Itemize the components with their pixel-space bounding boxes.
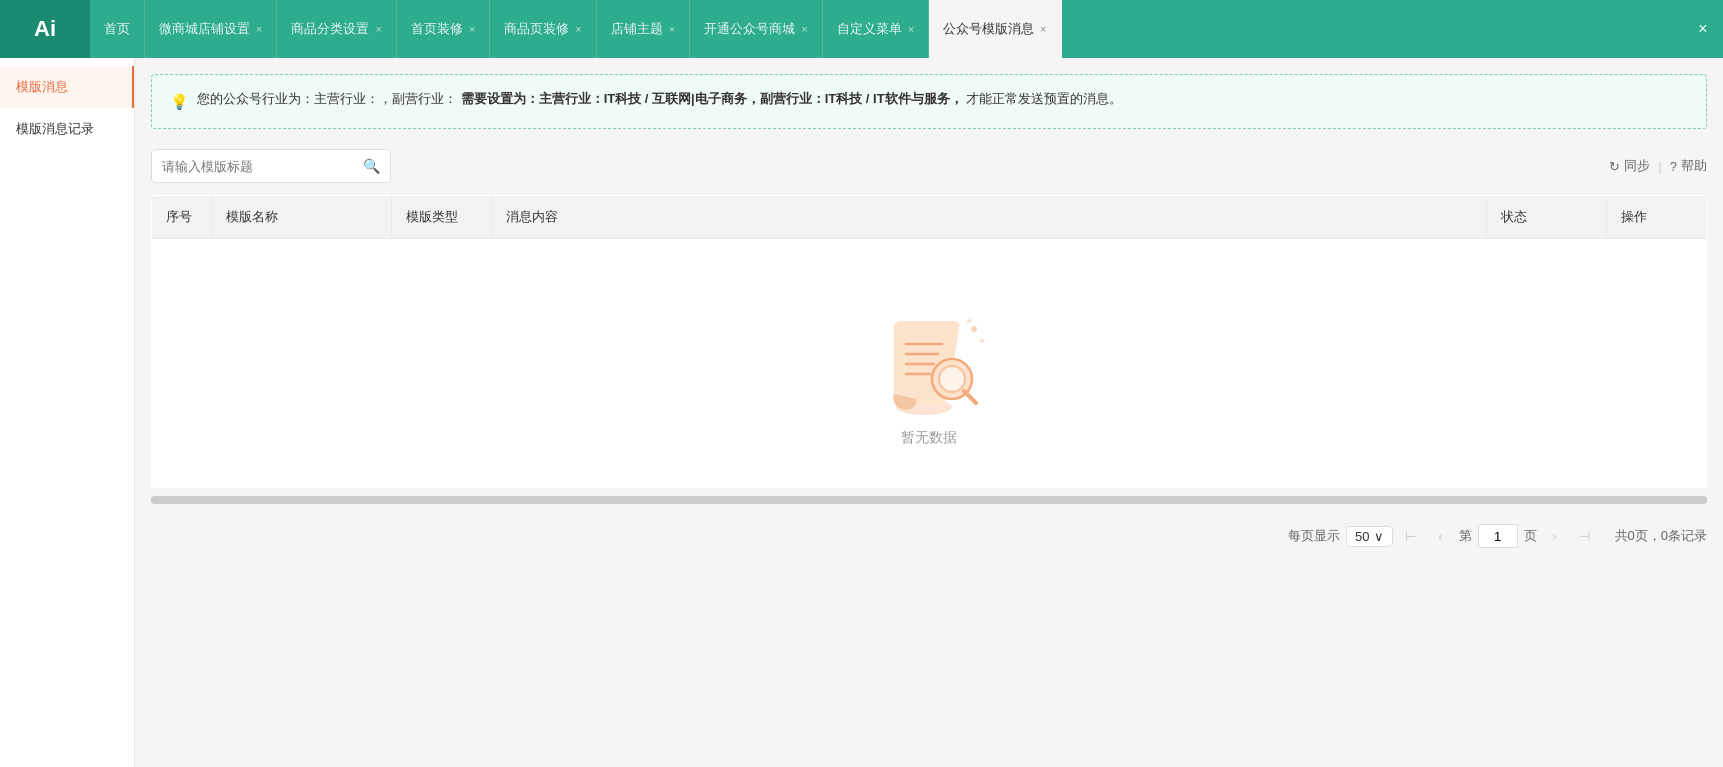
content-area: 💡 您的公众号行业为：主营行业：，副营行业： 需要设置为：主营行业：IT科技 /… (135, 58, 1723, 767)
toolbar-right: ↻ 同步 | ? 帮助 (1609, 157, 1707, 175)
chevron-down-icon: ∨ (1374, 529, 1384, 544)
main-layout: 模版消息 模版消息记录 💡 您的公众号行业为：主营行业：，副营行业： 需要设置为… (0, 58, 1723, 767)
col-header-content: 消息内容 (492, 196, 1487, 239)
table-empty-row: 暂无数据 (152, 239, 1707, 488)
close-tab-shop-theme[interactable]: × (669, 23, 675, 35)
close-tab-custom-menu[interactable]: × (908, 23, 914, 35)
tab-product-decor[interactable]: 商品页装修 × (490, 0, 596, 58)
page-prev-button[interactable]: ‹ (1429, 524, 1453, 548)
page-size-select[interactable]: 50 ∨ (1346, 526, 1392, 547)
tab-shop-theme[interactable]: 店铺主题 × (597, 0, 690, 58)
close-tab-shop-settings[interactable]: × (256, 23, 262, 35)
svg-point-8 (971, 326, 977, 332)
empty-state: 暂无数据 (152, 239, 1706, 487)
empty-illustration (864, 299, 994, 429)
notice-box: 💡 您的公众号行业为：主营行业：，副营行业： 需要设置为：主营行业：IT科技 /… (151, 74, 1707, 129)
tab-open-mall[interactable]: 开通公众号商城 × (690, 0, 822, 58)
svg-point-9 (980, 339, 984, 343)
sidebar: 模版消息 模版消息记录 (0, 58, 135, 767)
page-number-input[interactable] (1478, 524, 1518, 548)
pagination: 每页显示 50 ∨ ⊢ ‹ 第 页 › ⊣ 共0页，0条记录 (151, 516, 1707, 556)
tab-category-settings[interactable]: 商品分类设置 × (277, 0, 396, 58)
search-input[interactable] (162, 159, 363, 174)
table-scrollbar[interactable] (151, 496, 1707, 504)
notice-icon: 💡 (170, 90, 189, 114)
nav-tabs: 首页 微商城店铺设置 × 商品分类设置 × 首页装修 × 商品页装修 × 店铺主… (90, 0, 1683, 58)
col-header-status: 状态 (1487, 196, 1607, 239)
tab-shop-settings[interactable]: 微商城店铺设置 × (145, 0, 277, 58)
search-bar: 🔍 ↻ 同步 | ? 帮助 (151, 149, 1707, 183)
table-header-row: 序号 模版名称 模版类型 消息内容 状态 操作 (152, 196, 1707, 239)
page-size-label: 每页显示 (1288, 527, 1340, 545)
close-tab-product-decor[interactable]: × (575, 23, 581, 35)
search-input-wrap: 🔍 (151, 149, 391, 183)
close-tab-home-decor[interactable]: × (469, 23, 475, 35)
col-header-type: 模版类型 (392, 196, 492, 239)
empty-text: 暂无数据 (901, 429, 957, 447)
col-header-index: 序号 (152, 196, 212, 239)
scrollbar-thumb (151, 496, 1707, 504)
total-info: 共0页，0条记录 (1615, 527, 1707, 545)
svg-point-10 (967, 319, 971, 323)
page-first-button[interactable]: ⊢ (1399, 524, 1423, 548)
page-next-button[interactable]: › (1543, 524, 1567, 548)
close-all-tabs[interactable]: × (1683, 0, 1723, 58)
page-last-button[interactable]: ⊣ (1573, 524, 1597, 548)
tab-custom-menu[interactable]: 自定义菜单 × (823, 0, 929, 58)
search-button[interactable]: 🔍 (363, 158, 380, 174)
close-tab-category-settings[interactable]: × (375, 23, 381, 35)
close-tab-open-mall[interactable]: × (801, 23, 807, 35)
help-icon: ? (1670, 159, 1677, 174)
col-header-name: 模版名称 (212, 196, 392, 239)
page-label-pre: 第 (1459, 527, 1472, 545)
svg-point-6 (939, 366, 965, 392)
top-nav: Ai 首页 微商城店铺设置 × 商品分类设置 × 首页装修 × 商品页装修 × … (0, 0, 1723, 58)
sidebar-item-template-msg[interactable]: 模版消息 (0, 66, 134, 108)
page-label-post: 页 (1524, 527, 1537, 545)
sync-button[interactable]: ↻ 同步 (1609, 157, 1650, 175)
close-tab-template-msg[interactable]: × (1040, 23, 1046, 35)
toolbar-divider: | (1658, 159, 1661, 174)
col-header-action: 操作 (1607, 196, 1707, 239)
sidebar-item-template-msg-log[interactable]: 模版消息记录 (0, 108, 134, 150)
app-logo: Ai (0, 0, 90, 58)
data-table: 序号 模版名称 模版类型 消息内容 状态 操作 (151, 195, 1707, 488)
tab-home[interactable]: 首页 (90, 0, 145, 58)
help-button[interactable]: ? 帮助 (1670, 157, 1707, 175)
notice-text: 您的公众号行业为：主营行业：，副营行业： 需要设置为：主营行业：IT科技 / 互… (197, 89, 1122, 110)
tab-home-decor[interactable]: 首页装修 × (397, 0, 490, 58)
tab-template-msg[interactable]: 公众号模版消息 × (929, 0, 1061, 58)
svg-line-7 (964, 391, 976, 403)
refresh-icon: ↻ (1609, 159, 1620, 174)
